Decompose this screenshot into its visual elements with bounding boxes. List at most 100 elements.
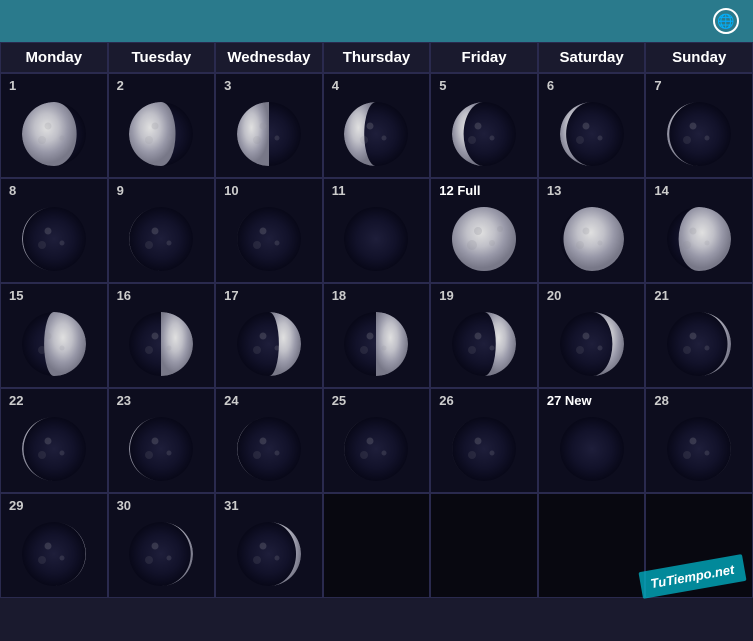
moon-phase <box>556 200 628 278</box>
moon-phase <box>125 305 197 383</box>
date-number: 2 <box>117 78 124 93</box>
date-number: 9 <box>117 183 124 198</box>
day-headers: Monday Tuesday Wednesday Thursday Friday… <box>0 42 753 73</box>
calendar-cell: 19 <box>430 283 538 388</box>
date-number: 19 <box>439 288 453 303</box>
moon-phase <box>340 410 412 488</box>
moon-phase <box>125 95 197 173</box>
day-header-tuesday: Tuesday <box>108 42 216 73</box>
calendar-cell: 8 <box>0 178 108 283</box>
date-number: 31 <box>224 498 238 513</box>
page-header: 🌐 <box>0 0 753 42</box>
moon-phase <box>125 410 197 488</box>
moon-phase <box>448 95 520 173</box>
moon-phase <box>448 410 520 488</box>
moon-phase <box>340 95 412 173</box>
calendar-cell: 27 New <box>538 388 646 493</box>
header-icons: 🌐 <box>705 8 739 34</box>
moon-phase <box>233 410 305 488</box>
moon-phase <box>448 200 520 278</box>
calendar-cell: 13 <box>538 178 646 283</box>
calendar-cell: 17 <box>215 283 323 388</box>
moon-phase <box>233 200 305 278</box>
calendar-cell <box>538 493 646 598</box>
calendar-cell: 28 <box>645 388 753 493</box>
date-number: 16 <box>117 288 131 303</box>
calendar-cell: 29 <box>0 493 108 598</box>
date-number: 26 <box>439 393 453 408</box>
calendar-wrapper: Monday Tuesday Wednesday Thursday Friday… <box>0 42 753 598</box>
moon-phase <box>18 515 90 593</box>
calendar-cell: 3 <box>215 73 323 178</box>
moon-phase <box>663 200 735 278</box>
calendar-cell: 23 <box>108 388 216 493</box>
date-number: 11 <box>332 183 346 198</box>
moon-phase <box>125 515 197 593</box>
calendar-cell <box>323 493 431 598</box>
calendar-cell: 7 <box>645 73 753 178</box>
date-number: 29 <box>9 498 23 513</box>
date-number: 25 <box>332 393 346 408</box>
date-number: 15 <box>9 288 23 303</box>
moon-phase <box>125 200 197 278</box>
date-number: 14 <box>654 183 668 198</box>
calendar-cell: 1 <box>0 73 108 178</box>
date-number: 13 <box>547 183 561 198</box>
moon-phase <box>18 410 90 488</box>
date-number: 1 <box>9 78 16 93</box>
moon-phase <box>340 200 412 278</box>
moon-phase <box>233 95 305 173</box>
calendar-cell: 30 <box>108 493 216 598</box>
calendar-cell: 5 <box>430 73 538 178</box>
moon-phase <box>556 95 628 173</box>
date-number: 12 Full <box>439 183 480 198</box>
day-header-friday: Friday <box>430 42 538 73</box>
date-number: 10 <box>224 183 238 198</box>
calendar-cell: 9 <box>108 178 216 283</box>
calendar-grid: 1 2 <box>0 73 753 598</box>
date-number: 4 <box>332 78 339 93</box>
calendar-cell: 4 <box>323 73 431 178</box>
day-header-wednesday: Wednesday <box>215 42 323 73</box>
moon-phase <box>18 95 90 173</box>
calendar-cell: 21 <box>645 283 753 388</box>
date-number: 18 <box>332 288 346 303</box>
calendar-cell: 6 <box>538 73 646 178</box>
moon-phase <box>18 305 90 383</box>
date-number: 21 <box>654 288 668 303</box>
date-number: 3 <box>224 78 231 93</box>
moon-phase <box>448 305 520 383</box>
calendar-cell: 22 <box>0 388 108 493</box>
date-number: 7 <box>654 78 661 93</box>
date-number: 8 <box>9 183 16 198</box>
calendar-cell <box>430 493 538 598</box>
calendar-cell: 11 <box>323 178 431 283</box>
date-number: 28 <box>654 393 668 408</box>
moon-phase <box>233 515 305 593</box>
date-number: 5 <box>439 78 446 93</box>
calendar-cell: 15 <box>0 283 108 388</box>
moon-phase <box>556 410 628 488</box>
day-header-sunday: Sunday <box>645 42 753 73</box>
calendar-cell: 20 <box>538 283 646 388</box>
day-header-thursday: Thursday <box>323 42 431 73</box>
date-number: 24 <box>224 393 238 408</box>
day-header-saturday: Saturday <box>538 42 646 73</box>
calendar-cell: 24 <box>215 388 323 493</box>
moon-phase <box>233 305 305 383</box>
moon-phase <box>18 200 90 278</box>
moon-phase <box>663 305 735 383</box>
day-header-monday: Monday <box>0 42 108 73</box>
date-number: 30 <box>117 498 131 513</box>
calendar-cell: 2 <box>108 73 216 178</box>
moon-phase <box>663 95 735 173</box>
date-number: 22 <box>9 393 23 408</box>
calendar-cell: 25 <box>323 388 431 493</box>
date-number: 23 <box>117 393 131 408</box>
moon-phase <box>556 305 628 383</box>
calendar-cell: 10 <box>215 178 323 283</box>
calendar-cell: 26 <box>430 388 538 493</box>
moon-phase <box>663 410 735 488</box>
calendar-cell: 31 <box>215 493 323 598</box>
globe-icon: 🌐 <box>713 8 739 34</box>
